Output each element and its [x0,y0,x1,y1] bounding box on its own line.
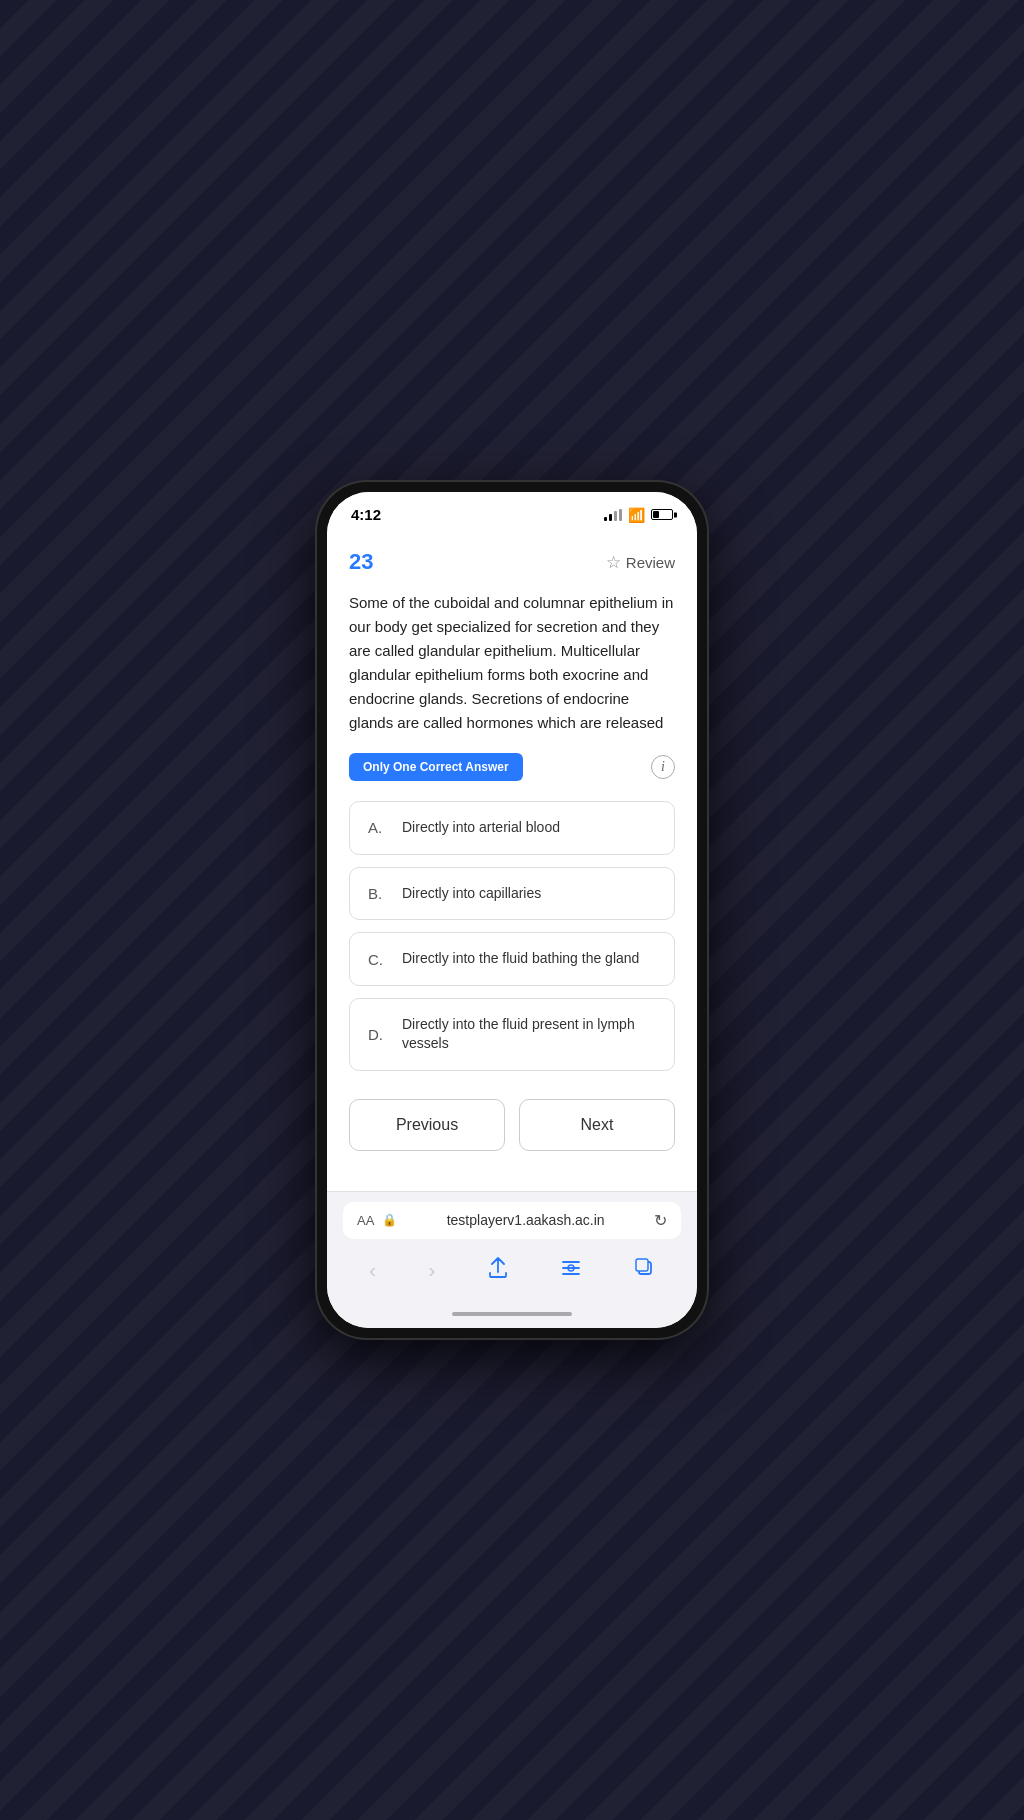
home-bar [452,1312,572,1316]
option-c-text: Directly into the fluid bathing the glan… [402,949,639,969]
option-c-letter: C. [368,951,388,968]
share-icon [488,1257,508,1284]
question-text: Some of the cuboidal and columnar epithe… [349,591,675,735]
answer-type-badge: Only One Correct Answer [349,753,523,781]
svg-rect-2 [636,1259,648,1271]
review-label: Review [626,554,675,571]
phone-screen: 4:12 📶 23 ☆ Review [327,492,697,1328]
nav-buttons: Previous Next [349,1099,675,1151]
previous-button[interactable]: Previous [349,1099,505,1151]
option-c[interactable]: C. Directly into the fluid bathing the g… [349,932,675,986]
bookmarks-button[interactable] [552,1254,590,1287]
home-indicator [327,1304,697,1328]
back-button[interactable]: ‹ [361,1255,384,1286]
option-d-letter: D. [368,1026,388,1043]
info-label: i [661,759,665,775]
battery-icon [651,509,673,520]
option-b[interactable]: B. Directly into capillaries [349,867,675,921]
share-button[interactable] [480,1253,516,1288]
bookmarks-icon [560,1258,582,1283]
info-icon[interactable]: i [651,755,675,779]
option-b-text: Directly into capillaries [402,884,541,904]
question-number: 23 [349,549,373,575]
phone-device: 4:12 📶 23 ☆ Review [317,482,707,1338]
wifi-icon: 📶 [628,507,645,523]
browser-actions: ‹ › [343,1249,681,1294]
option-a-letter: A. [368,819,388,836]
option-b-letter: B. [368,885,388,902]
font-size-control[interactable]: AA [357,1213,374,1228]
back-icon: ‹ [369,1259,376,1282]
answer-type-row: Only One Correct Answer i [349,753,675,781]
options-list: A. Directly into arterial blood B. Direc… [349,801,675,1071]
star-icon: ☆ [606,552,621,573]
status-time: 4:12 [351,506,381,523]
next-button[interactable]: Next [519,1099,675,1151]
option-d[interactable]: D. Directly into the fluid present in ly… [349,998,675,1071]
question-header: 23 ☆ Review [349,549,675,575]
forward-icon: › [428,1259,435,1282]
tabs-icon [635,1258,655,1283]
option-a-text: Directly into arterial blood [402,818,560,838]
url-bar: AA 🔒 testplayerv1.aakash.ac.in ↻ [343,1202,681,1239]
option-d-text: Directly into the fluid present in lymph… [402,1015,656,1054]
lock-icon: 🔒 [382,1213,397,1227]
refresh-button[interactable]: ↻ [654,1211,667,1230]
forward-button[interactable]: › [420,1255,443,1286]
browser-bar: AA 🔒 testplayerv1.aakash.ac.in ↻ ‹ › [327,1191,697,1304]
main-content: 23 ☆ Review Some of the cuboidal and col… [327,529,697,1191]
status-bar: 4:12 📶 [327,492,697,529]
status-icons: 📶 [604,507,673,523]
url-text[interactable]: testplayerv1.aakash.ac.in [405,1212,646,1228]
tabs-button[interactable] [627,1254,663,1287]
review-button[interactable]: ☆ Review [606,552,675,573]
signal-icon [604,509,622,521]
option-a[interactable]: A. Directly into arterial blood [349,801,675,855]
